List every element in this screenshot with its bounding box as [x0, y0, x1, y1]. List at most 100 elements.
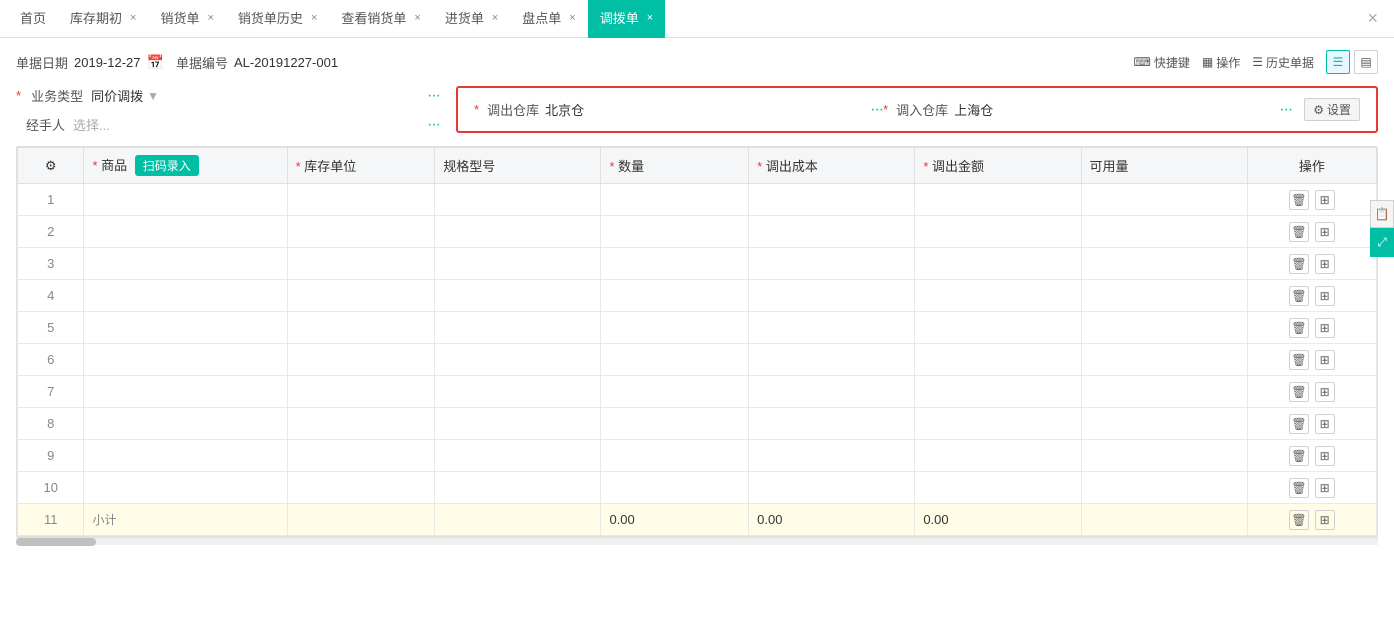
copy-button-6[interactable]: ⊞ [1315, 350, 1335, 370]
delete-button-11[interactable]: 🗑 [1289, 510, 1309, 530]
tab-transfer[interactable]: 调拨单 × [588, 0, 665, 38]
row-qty-5[interactable] [601, 312, 749, 344]
transfer-in-more[interactable]: ··· [1279, 101, 1292, 119]
row-cost-7[interactable] [749, 376, 915, 408]
copy-button-9[interactable]: ⊞ [1315, 446, 1335, 466]
row-unit-2[interactable] [287, 216, 435, 248]
row-available-3[interactable] [1081, 248, 1247, 280]
scroll-thumb[interactable] [16, 538, 96, 546]
row-unit-7[interactable] [287, 376, 435, 408]
row-amount-1[interactable] [915, 184, 1081, 216]
copy-button-5[interactable]: ⊞ [1315, 318, 1335, 338]
row-qty-10[interactable] [601, 472, 749, 504]
tab-purchase[interactable]: 进货单 × [433, 0, 510, 38]
row-available-8[interactable] [1081, 408, 1247, 440]
copy-button-10[interactable]: ⊞ [1315, 478, 1335, 498]
row-cost-8[interactable] [749, 408, 915, 440]
row-spec-2[interactable] [435, 216, 601, 248]
row-unit-4[interactable] [287, 280, 435, 312]
row-available-4[interactable] [1081, 280, 1247, 312]
copy-button-3[interactable]: ⊞ [1315, 254, 1335, 274]
expand-float-button[interactable]: ⤢ [1370, 228, 1394, 257]
row-amount-10[interactable] [915, 472, 1081, 504]
row-amount-3[interactable] [915, 248, 1081, 280]
row-unit-10[interactable] [287, 472, 435, 504]
layout-grid-btn[interactable]: ▤ [1354, 50, 1378, 74]
row-qty-3[interactable] [601, 248, 749, 280]
row-cost-1[interactable] [749, 184, 915, 216]
delete-button-8[interactable]: 🗑 [1289, 414, 1309, 434]
row-available-5[interactable] [1081, 312, 1247, 344]
settings-button[interactable]: ⚙ 设置 [1304, 98, 1360, 121]
row-spec-3[interactable] [435, 248, 601, 280]
row-qty-8[interactable] [601, 408, 749, 440]
transfer-out-value[interactable]: 北京仓 [545, 100, 605, 119]
row-spec-9[interactable] [435, 440, 601, 472]
delete-button-6[interactable]: 🗑 [1289, 350, 1309, 370]
row-amount-9[interactable] [915, 440, 1081, 472]
delete-button-9[interactable]: 🗑 [1289, 446, 1309, 466]
tab-transfer-close[interactable]: × [647, 12, 653, 24]
delete-button-5[interactable]: 🗑 [1289, 318, 1309, 338]
delete-button-3[interactable]: 🗑 [1289, 254, 1309, 274]
row-unit-5[interactable] [287, 312, 435, 344]
tab-purchase-close[interactable]: × [492, 12, 498, 24]
row-product-10[interactable] [84, 472, 287, 504]
row-product-5[interactable] [84, 312, 287, 344]
row-spec-8[interactable] [435, 408, 601, 440]
tab-view-sales[interactable]: 查看销货单 × [329, 0, 432, 38]
row-qty-2[interactable] [601, 216, 749, 248]
copy-button-11[interactable]: ⊞ [1315, 510, 1335, 530]
layout-list-btn[interactable]: ☰ [1326, 50, 1350, 74]
row-available-6[interactable] [1081, 344, 1247, 376]
row-product-4[interactable] [84, 280, 287, 312]
tab-sales-history-close[interactable]: × [311, 12, 317, 24]
calendar-icon[interactable]: 📅 [147, 54, 164, 71]
business-type-select[interactable]: 同价调拨 ▼ [91, 86, 159, 105]
row-cost-3[interactable] [749, 248, 915, 280]
tab-sales-order[interactable]: 销货单 × [148, 0, 225, 38]
tab-inventory-init-close[interactable]: × [130, 12, 136, 24]
tab-inventory-count[interactable]: 盘点单 × [510, 0, 587, 38]
row-product-9[interactable] [84, 440, 287, 472]
row-cost-2[interactable] [749, 216, 915, 248]
transfer-out-more[interactable]: ··· [870, 101, 883, 119]
row-unit-9[interactable] [287, 440, 435, 472]
horizontal-scrollbar[interactable] [16, 537, 1378, 545]
tab-sales-history[interactable]: 销货单历史 × [226, 0, 329, 38]
tab-inventory-count-close[interactable]: × [569, 12, 575, 24]
row-qty-9[interactable] [601, 440, 749, 472]
handler-more[interactable]: ··· [427, 116, 440, 134]
tab-home[interactable]: 首页 [8, 0, 58, 38]
shortcut-button[interactable]: ⌨ 快捷键 [1134, 54, 1190, 71]
delete-button-4[interactable]: 🗑 [1289, 286, 1309, 306]
scan-button[interactable]: 扫码录入 [135, 155, 199, 176]
tab-view-sales-close[interactable]: × [414, 12, 420, 24]
delete-button-2[interactable]: 🗑 [1289, 222, 1309, 242]
row-qty-1[interactable] [601, 184, 749, 216]
delete-button-10[interactable]: 🗑 [1289, 478, 1309, 498]
copy-button-7[interactable]: ⊞ [1315, 382, 1335, 402]
row-unit-3[interactable] [287, 248, 435, 280]
note-float-button[interactable]: 📋 [1370, 200, 1394, 228]
row-product-6[interactable] [84, 344, 287, 376]
row-qty-4[interactable] [601, 280, 749, 312]
row-spec-10[interactable] [435, 472, 601, 504]
row-amount-2[interactable] [915, 216, 1081, 248]
row-product-3[interactable] [84, 248, 287, 280]
transfer-in-value[interactable]: 上海仓 [954, 100, 1014, 119]
row-unit-8[interactable] [287, 408, 435, 440]
row-cost-10[interactable] [749, 472, 915, 504]
row-product-2[interactable] [84, 216, 287, 248]
operation-button[interactable]: ▦ 操作 [1202, 54, 1240, 71]
delete-button-7[interactable]: 🗑 [1289, 382, 1309, 402]
copy-button-8[interactable]: ⊞ [1315, 414, 1335, 434]
row-cost-5[interactable] [749, 312, 915, 344]
row-unit-1[interactable] [287, 184, 435, 216]
row-available-9[interactable] [1081, 440, 1247, 472]
row-spec-4[interactable] [435, 280, 601, 312]
copy-button-4[interactable]: ⊞ [1315, 286, 1335, 306]
row-amount-6[interactable] [915, 344, 1081, 376]
row-cost-4[interactable] [749, 280, 915, 312]
window-close-button[interactable]: × [1359, 8, 1386, 29]
